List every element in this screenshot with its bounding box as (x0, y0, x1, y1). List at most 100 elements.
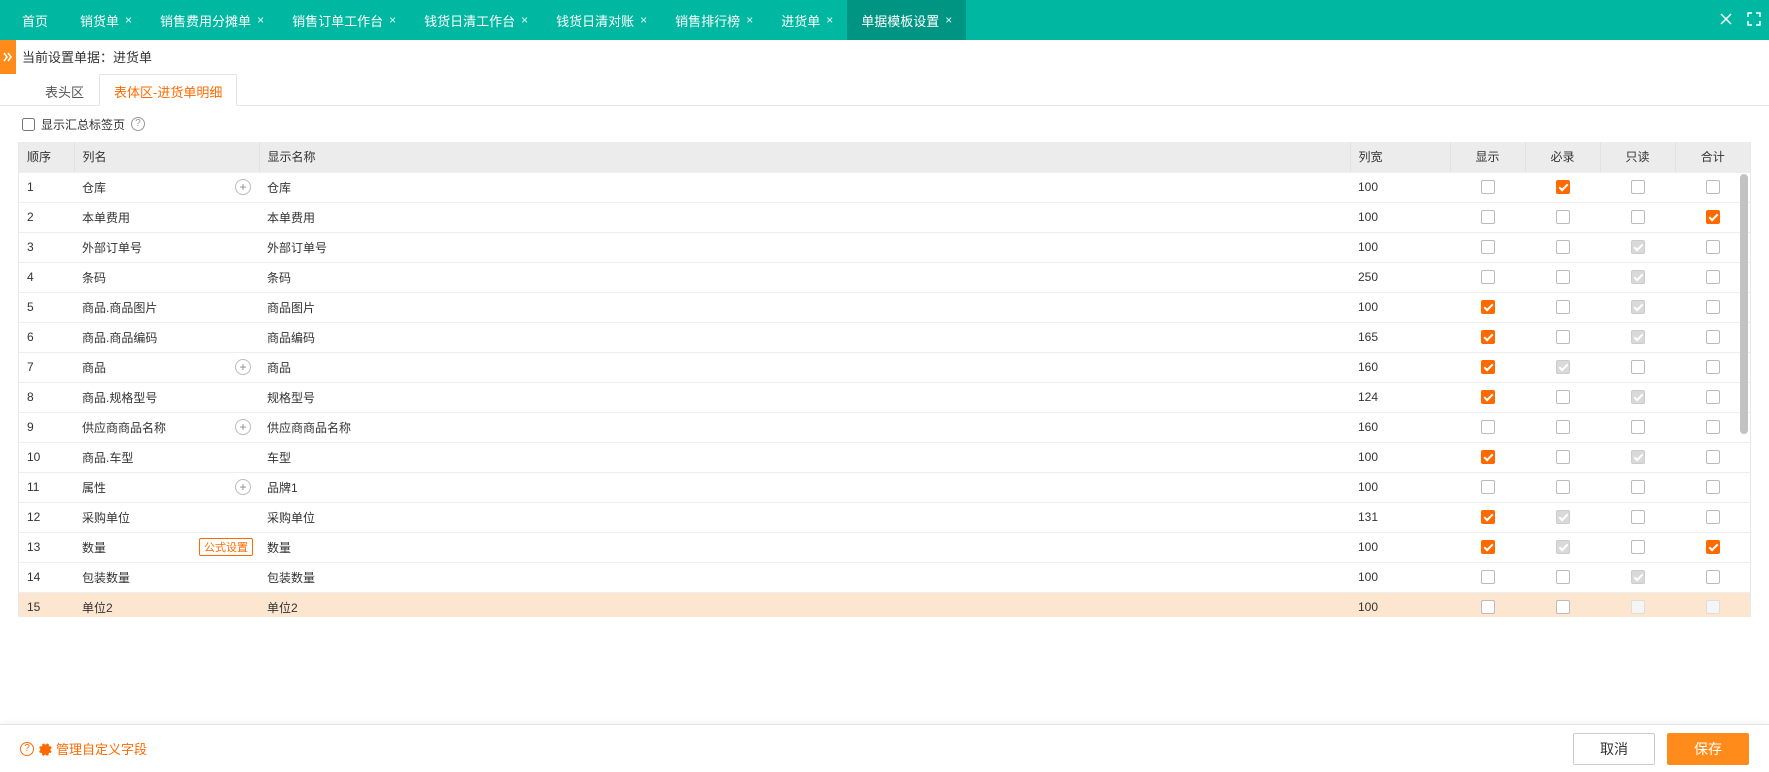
required-checkbox[interactable] (1556, 420, 1570, 434)
show-checkbox[interactable] (1481, 330, 1495, 344)
show-checkbox[interactable] (1481, 180, 1495, 194)
area-tab[interactable]: 表体区-进货单明细 (99, 74, 237, 106)
fullscreen-icon[interactable] (1747, 12, 1761, 29)
cell-display-name[interactable]: 单位2 (259, 592, 1350, 617)
readonly-checkbox[interactable] (1631, 480, 1645, 494)
area-tab[interactable]: 表头区 (30, 74, 99, 106)
top-tab[interactable]: 销货单× (66, 0, 146, 40)
table-row[interactable]: 3外部订单号外部订单号100 (19, 232, 1750, 262)
total-checkbox[interactable] (1706, 210, 1720, 224)
top-tab[interactable]: 钱货日清工作台× (410, 0, 542, 40)
total-checkbox[interactable] (1706, 480, 1720, 494)
table-row[interactable]: 1仓库+仓库100 (19, 172, 1750, 202)
cell-width[interactable]: 160 (1350, 352, 1450, 382)
cell-display-name[interactable]: 外部订单号 (259, 232, 1350, 262)
cell-display-name[interactable]: 本单费用 (259, 202, 1350, 232)
footer-help-icon[interactable]: ? (20, 742, 34, 756)
total-checkbox[interactable] (1706, 360, 1720, 374)
top-tab[interactable]: 单据模板设置× (847, 0, 966, 40)
save-button[interactable]: 保存 (1667, 733, 1749, 765)
show-checkbox[interactable] (1481, 390, 1495, 404)
cell-width[interactable]: 160 (1350, 412, 1450, 442)
table-row[interactable]: 6商品.商品编码商品编码165 (19, 322, 1750, 352)
required-checkbox[interactable] (1556, 480, 1570, 494)
readonly-checkbox[interactable] (1631, 360, 1645, 374)
table-row[interactable]: 4条码条码250 (19, 262, 1750, 292)
close-icon[interactable]: × (257, 13, 264, 27)
show-checkbox[interactable] (1481, 360, 1495, 374)
total-checkbox[interactable] (1706, 330, 1720, 344)
total-checkbox[interactable] (1706, 180, 1720, 194)
table-row[interactable]: 13数量公式设置数量100 (19, 532, 1750, 562)
cell-display-name[interactable]: 商品图片 (259, 292, 1350, 322)
expand-icon[interactable]: + (235, 359, 251, 375)
close-icon[interactable]: × (389, 13, 396, 27)
top-tab[interactable]: 钱货日清对账× (542, 0, 661, 40)
table-row[interactable]: 10商品.车型车型100 (19, 442, 1750, 472)
cell-display-name[interactable]: 数量 (259, 532, 1350, 562)
total-checkbox[interactable] (1706, 390, 1720, 404)
table-row[interactable]: 11属性+品牌1100 (19, 472, 1750, 502)
cell-width[interactable]: 100 (1350, 172, 1450, 202)
cell-display-name[interactable]: 商品 (259, 352, 1350, 382)
table-row[interactable]: 7商品+商品160 (19, 352, 1750, 382)
total-checkbox[interactable] (1706, 570, 1720, 584)
cell-display-name[interactable]: 车型 (259, 442, 1350, 472)
cell-width[interactable]: 100 (1350, 202, 1450, 232)
required-checkbox[interactable] (1556, 450, 1570, 464)
cell-width[interactable]: 100 (1350, 562, 1450, 592)
cell-width[interactable]: 100 (1350, 442, 1450, 472)
required-checkbox[interactable] (1556, 240, 1570, 254)
required-checkbox[interactable] (1556, 180, 1570, 194)
close-icon[interactable]: × (746, 13, 753, 27)
top-tab[interactable]: 首页 (4, 0, 66, 40)
cell-display-name[interactable]: 规格型号 (259, 382, 1350, 412)
table-row[interactable]: 15单位2单位2100 (19, 592, 1750, 617)
readonly-checkbox[interactable] (1631, 510, 1645, 524)
top-tab[interactable]: 进货单× (767, 0, 847, 40)
custom-fields-link[interactable]: 管理自定义字段 (56, 739, 147, 758)
cell-display-name[interactable]: 仓库 (259, 172, 1350, 202)
required-checkbox[interactable] (1556, 300, 1570, 314)
table-row[interactable]: 5商品.商品图片商品图片100 (19, 292, 1750, 322)
show-checkbox[interactable] (1481, 210, 1495, 224)
cell-width[interactable]: 250 (1350, 262, 1450, 292)
table-row[interactable]: 9供应商商品名称+供应商商品名称160 (19, 412, 1750, 442)
show-checkbox[interactable] (1481, 300, 1495, 314)
required-checkbox[interactable] (1556, 570, 1570, 584)
cell-width[interactable]: 100 (1350, 592, 1450, 617)
table-row[interactable]: 2本单费用本单费用100 (19, 202, 1750, 232)
close-icon[interactable]: × (640, 13, 647, 27)
readonly-checkbox[interactable] (1631, 540, 1645, 554)
cell-display-name[interactable]: 包装数量 (259, 562, 1350, 592)
show-checkbox[interactable] (1481, 450, 1495, 464)
cell-display-name[interactable]: 商品编码 (259, 322, 1350, 352)
table-row[interactable]: 12采购单位采购单位131 (19, 502, 1750, 532)
formula-button[interactable]: 公式设置 (199, 538, 253, 556)
cell-display-name[interactable]: 供应商商品名称 (259, 412, 1350, 442)
top-tab[interactable]: 销售排行榜× (661, 0, 767, 40)
total-checkbox[interactable] (1706, 240, 1720, 254)
scrollbar-thumb[interactable] (1740, 174, 1748, 434)
total-checkbox[interactable] (1706, 450, 1720, 464)
required-checkbox[interactable] (1556, 600, 1570, 614)
summary-checkbox[interactable] (22, 118, 35, 131)
table-row[interactable]: 8商品.规格型号规格型号124 (19, 382, 1750, 412)
show-checkbox[interactable] (1481, 420, 1495, 434)
show-checkbox[interactable] (1481, 510, 1495, 524)
total-checkbox[interactable] (1706, 420, 1720, 434)
total-checkbox[interactable] (1706, 510, 1720, 524)
cancel-button[interactable]: 取消 (1573, 733, 1655, 765)
cell-width[interactable]: 100 (1350, 472, 1450, 502)
cell-display-name[interactable]: 采购单位 (259, 502, 1350, 532)
required-checkbox[interactable] (1556, 390, 1570, 404)
required-checkbox[interactable] (1556, 270, 1570, 284)
cell-width[interactable]: 165 (1350, 322, 1450, 352)
show-checkbox[interactable] (1481, 540, 1495, 554)
show-checkbox[interactable] (1481, 480, 1495, 494)
cell-width[interactable]: 100 (1350, 532, 1450, 562)
total-checkbox[interactable] (1706, 270, 1720, 284)
collapse-arrow-button[interactable] (0, 40, 16, 74)
cell-width[interactable]: 100 (1350, 232, 1450, 262)
expand-icon[interactable]: + (235, 179, 251, 195)
